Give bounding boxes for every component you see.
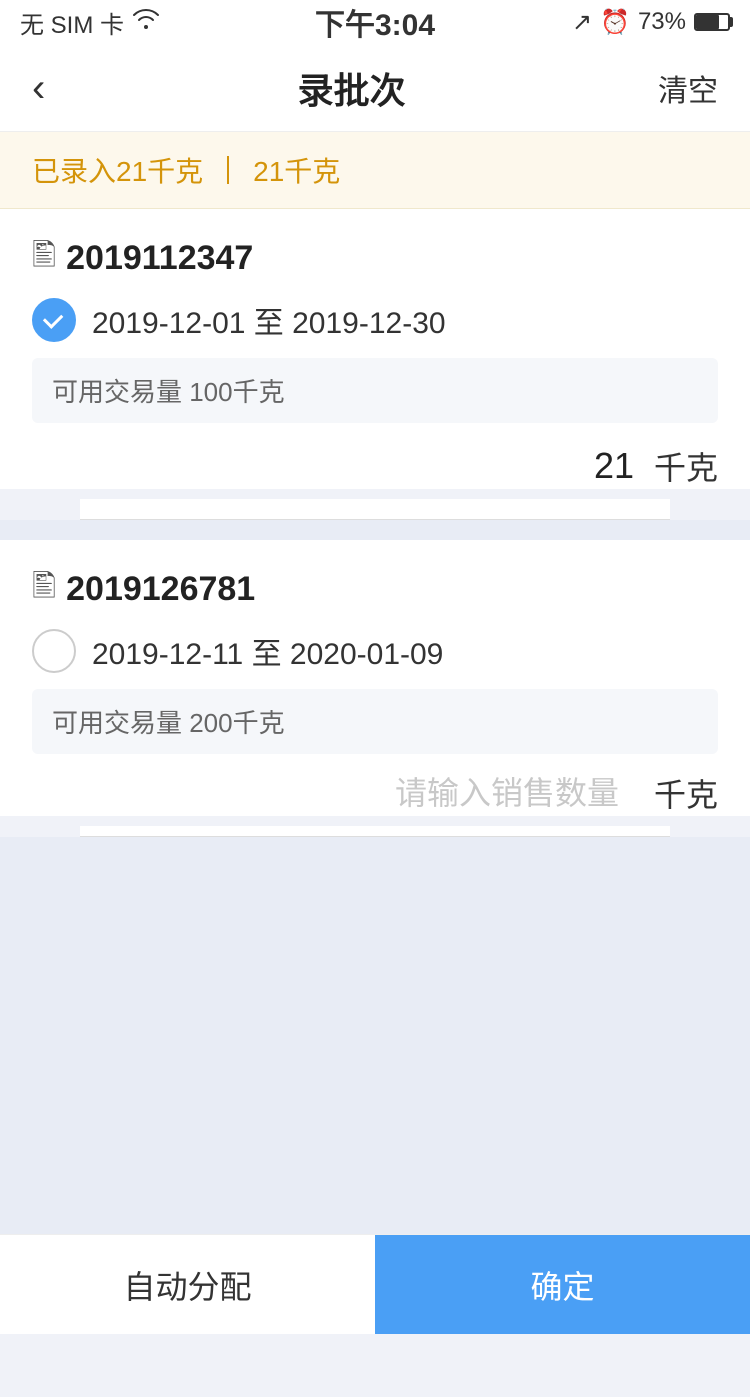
nav-bar: ‹ 录批次 清空 <box>0 44 750 132</box>
battery-icon <box>694 13 730 31</box>
batch2-available: 可用交易量 200千克 <box>32 689 718 754</box>
batch1-date-row: 2019-12-01 至 2019-12-30 <box>32 298 718 342</box>
batch1-date: 2019-12-01 至 2019-12-30 <box>92 298 446 342</box>
batch1-card: 🖺 2019112347 2019-12-01 至 2019-12-30 可用交… <box>0 209 750 423</box>
batch2-date: 2019-12-11 至 2020-01-09 <box>92 629 443 673</box>
batch1-header: 🖺 2019112347 <box>32 233 718 284</box>
batch1-number: 2019112347 <box>66 239 253 278</box>
content-area: 🖺 2019112347 2019-12-01 至 2019-12-30 可用交… <box>0 209 750 1397</box>
location-icon: ↗ <box>572 8 592 37</box>
clear-button[interactable]: 清空 <box>658 66 718 110</box>
batch1-radio[interactable] <box>32 298 76 342</box>
batch1-available: 可用交易量 100千克 <box>32 358 718 423</box>
status-bar: 无 SIM 卡 下午3:04 ↗ ⏰ 73% <box>0 0 750 44</box>
batch2-header: 🖺 2019126781 <box>32 564 718 615</box>
page-title: 录批次 <box>298 62 406 114</box>
quantity-input[interactable] <box>334 775 634 812</box>
batch2-input-row: 千克 <box>0 754 750 816</box>
batch2-number: 2019126781 <box>66 570 255 609</box>
batch2-unit: 千克 <box>654 770 718 816</box>
status-left: 无 SIM 卡 <box>20 5 160 40</box>
batch1-quantity-divider <box>80 499 670 520</box>
empty-area <box>0 837 750 1297</box>
batch2-input-divider <box>80 826 670 837</box>
info-banner: 已录入21千克 21千克 <box>0 132 750 209</box>
auto-distribute-button[interactable]: 自动分配 <box>0 1235 375 1334</box>
batch2-card: 🖺 2019126781 2019-12-11 至 2020-01-09 可用交… <box>0 540 750 754</box>
wifi-icon <box>132 8 160 36</box>
banner-divider <box>227 156 229 184</box>
batch2-radio[interactable] <box>32 629 76 673</box>
batch1-quantity-unit: 千克 <box>654 443 718 489</box>
alarm-icon: ⏰ <box>600 8 630 37</box>
recorded-label: 已录入21千克 <box>32 150 203 190</box>
bottom-bar: 自动分配 确定 <box>0 1234 750 1334</box>
confirm-button[interactable]: 确定 <box>375 1235 750 1334</box>
card-separator <box>0 520 750 540</box>
batch1-quantity-value: 21 <box>594 445 634 487</box>
batch1-quantity-row: 21 千克 <box>0 423 750 489</box>
battery-text: 73% <box>638 8 686 36</box>
batch2-icon: 🖺 <box>32 564 56 615</box>
carrier-text: 无 SIM 卡 <box>20 5 124 40</box>
batch1-icon: 🖺 <box>32 233 56 284</box>
back-button[interactable]: ‹ <box>32 68 45 108</box>
status-time: 下午3:04 <box>315 0 435 44</box>
status-right: ↗ ⏰ 73% <box>572 8 730 37</box>
recorded-value: 21千克 <box>253 150 340 190</box>
batch2-date-row: 2019-12-11 至 2020-01-09 <box>32 629 718 673</box>
